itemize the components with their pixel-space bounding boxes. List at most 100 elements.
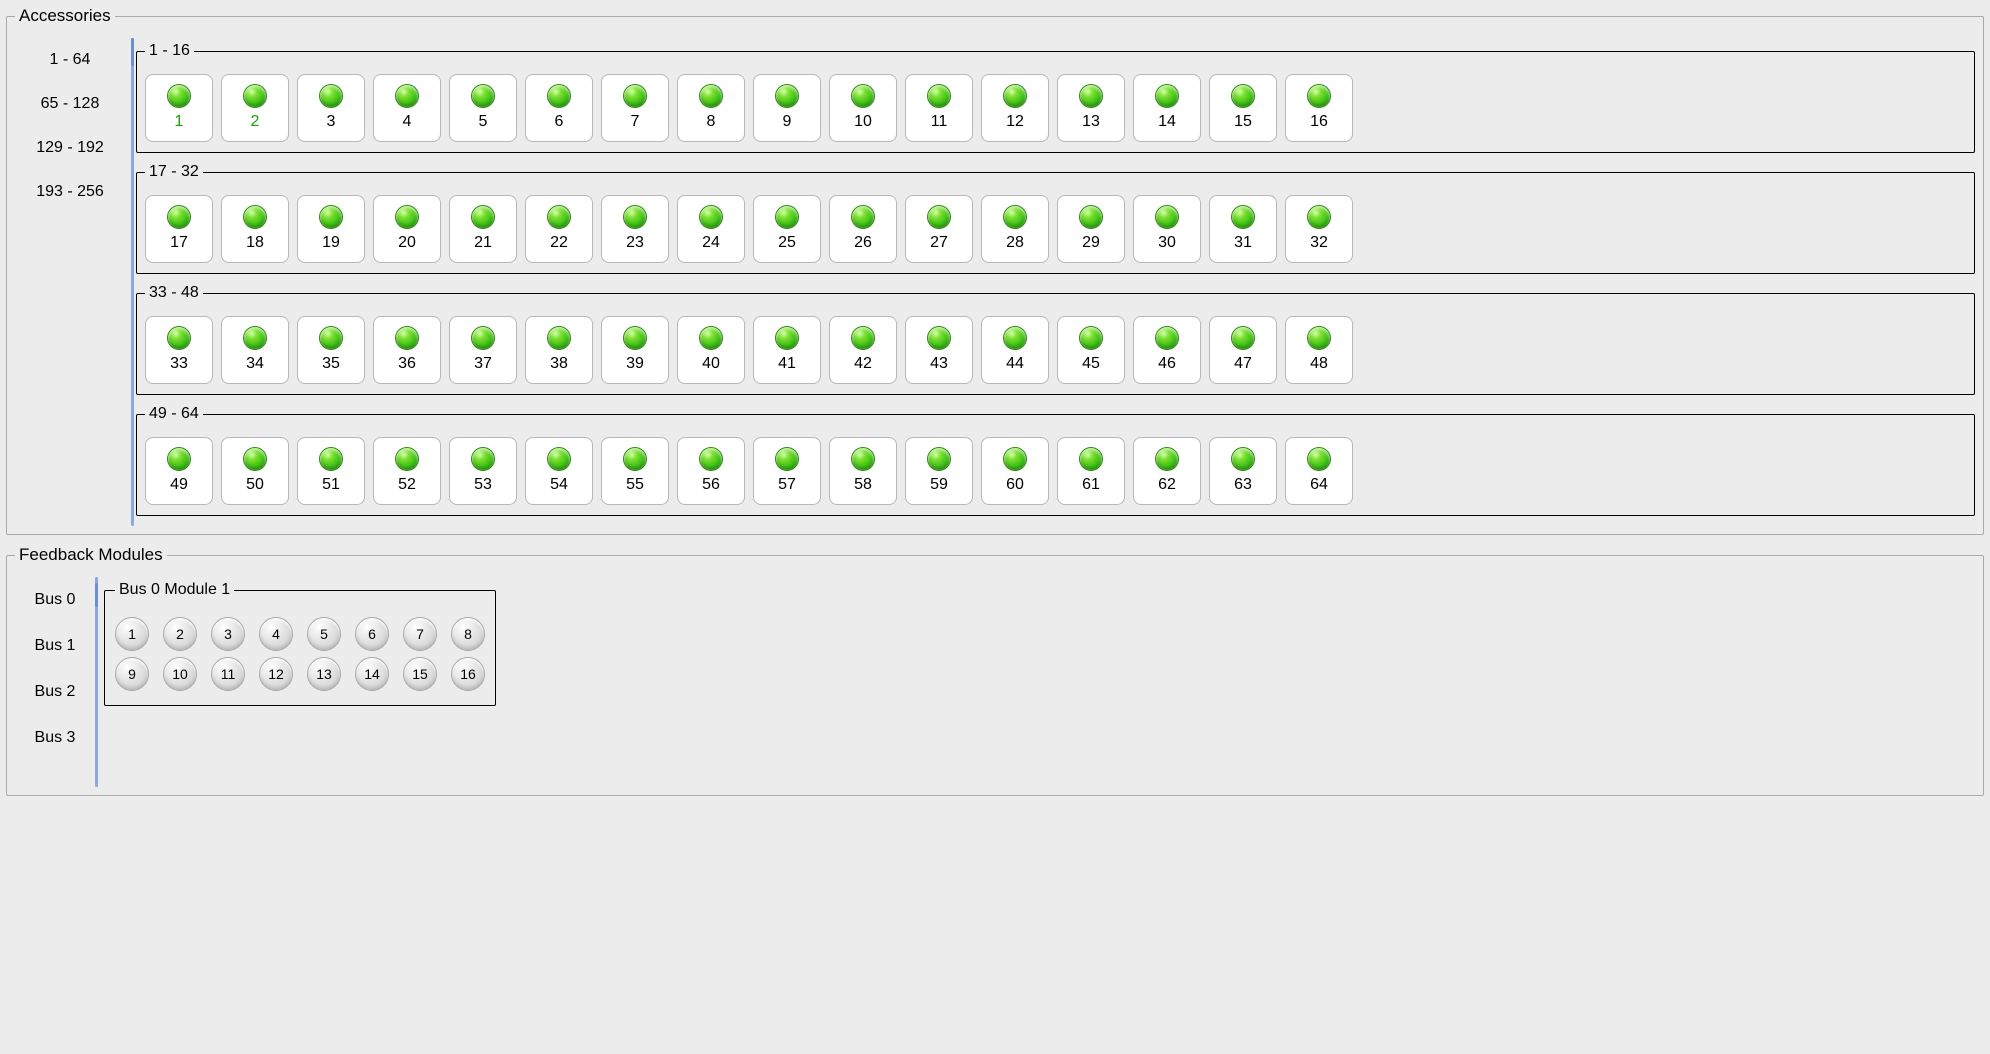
accessory-button[interactable]: 20 (373, 195, 441, 263)
accessory-button[interactable]: 4 (373, 74, 441, 142)
bus-tab-label: Bus 0 (35, 591, 76, 608)
status-lamp-icon (1156, 206, 1178, 228)
accessory-range-tab[interactable]: 1 - 64 (15, 38, 125, 82)
status-lamp-icon (168, 448, 190, 470)
feedback-port-button[interactable]: 10 (163, 657, 197, 691)
feedback-port-button[interactable]: 13 (307, 657, 341, 691)
accessory-button[interactable]: 26 (829, 195, 897, 263)
accessory-button[interactable]: 28 (981, 195, 1049, 263)
accessory-button[interactable]: 52 (373, 437, 441, 505)
accessory-button[interactable]: 2 (221, 74, 289, 142)
accessory-button[interactable]: 3 (297, 74, 365, 142)
feedback-port-button[interactable]: 11 (211, 657, 245, 691)
accessory-button[interactable]: 61 (1057, 437, 1125, 505)
feedback-port-button[interactable]: 9 (115, 657, 149, 691)
accessory-button[interactable]: 14 (1133, 74, 1201, 142)
accessory-button[interactable]: 58 (829, 437, 897, 505)
feedback-port-button[interactable]: 7 (403, 617, 437, 651)
accessory-button[interactable]: 56 (677, 437, 745, 505)
feedback-port-button[interactable]: 4 (259, 617, 293, 651)
accessory-button[interactable]: 50 (221, 437, 289, 505)
accessory-button[interactable]: 19 (297, 195, 365, 263)
accessory-button[interactable]: 11 (905, 74, 973, 142)
accessory-button[interactable]: 7 (601, 74, 669, 142)
feedback-port-button[interactable]: 2 (163, 617, 197, 651)
accessory-button[interactable]: 13 (1057, 74, 1125, 142)
accessory-button[interactable]: 36 (373, 316, 441, 384)
feedback-port-button[interactable]: 6 (355, 617, 389, 651)
accessory-button[interactable]: 43 (905, 316, 973, 384)
accessory-button[interactable]: 9 (753, 74, 821, 142)
status-lamp-icon (1004, 206, 1026, 228)
accessory-button[interactable]: 60 (981, 437, 1049, 505)
bus-tab-label: Bus 3 (35, 729, 76, 746)
bus-tab[interactable]: Bus 0 (15, 577, 95, 623)
status-lamp-icon (1080, 206, 1102, 228)
accessory-range-tab[interactable]: 129 - 192 (15, 126, 125, 170)
accessory-button[interactable]: 21 (449, 195, 517, 263)
accessory-button[interactable]: 53 (449, 437, 517, 505)
accessory-button[interactable]: 49 (145, 437, 213, 505)
accessory-button[interactable]: 37 (449, 316, 517, 384)
feedback-port-button[interactable]: 14 (355, 657, 389, 691)
accessory-button[interactable]: 46 (1133, 316, 1201, 384)
accessory-button[interactable]: 10 (829, 74, 897, 142)
accessory-button[interactable]: 63 (1209, 437, 1277, 505)
accessory-button[interactable]: 15 (1209, 74, 1277, 142)
status-lamp-icon (852, 327, 874, 349)
accessory-button[interactable]: 41 (753, 316, 821, 384)
accessory-button[interactable]: 51 (297, 437, 365, 505)
accessory-button[interactable]: 33 (145, 316, 213, 384)
feedback-port-button[interactable]: 5 (307, 617, 341, 651)
accessory-button[interactable]: 47 (1209, 316, 1277, 384)
accessory-button[interactable]: 62 (1133, 437, 1201, 505)
accessory-number: 27 (930, 234, 948, 252)
accessory-range-tab[interactable]: 65 - 128 (15, 82, 125, 126)
accessory-button[interactable]: 12 (981, 74, 1049, 142)
feedback-port-button[interactable]: 15 (403, 657, 437, 691)
feedback-port-button[interactable]: 16 (451, 657, 485, 691)
accessory-button[interactable]: 57 (753, 437, 821, 505)
feedback-port-button[interactable]: 1 (115, 617, 149, 651)
accessory-button[interactable]: 38 (525, 316, 593, 384)
accessory-button[interactable]: 55 (601, 437, 669, 505)
bus-tab[interactable]: Bus 2 (15, 669, 95, 715)
bus-tab[interactable]: Bus 1 (15, 623, 95, 669)
accessory-button[interactable]: 5 (449, 74, 517, 142)
accessory-number: 35 (322, 355, 340, 373)
accessory-button[interactable]: 30 (1133, 195, 1201, 263)
accessory-button[interactable]: 32 (1285, 195, 1353, 263)
feedback-port-button[interactable]: 8 (451, 617, 485, 651)
accessory-button[interactable]: 42 (829, 316, 897, 384)
accessory-button[interactable]: 6 (525, 74, 593, 142)
accessory-button[interactable]: 27 (905, 195, 973, 263)
accessory-button[interactable]: 64 (1285, 437, 1353, 505)
accessory-button[interactable]: 29 (1057, 195, 1125, 263)
accessory-button[interactable]: 35 (297, 316, 365, 384)
accessory-button[interactable]: 45 (1057, 316, 1125, 384)
accessory-range-tab[interactable]: 193 - 256 (15, 170, 125, 214)
accessory-button[interactable]: 39 (601, 316, 669, 384)
accessory-button[interactable]: 59 (905, 437, 973, 505)
accessory-button[interactable]: 17 (145, 195, 213, 263)
bus-tab[interactable]: Bus 3 (15, 715, 95, 761)
feedback-port-button[interactable]: 12 (259, 657, 293, 691)
accessory-button[interactable]: 48 (1285, 316, 1353, 384)
feedback-port-number: 8 (464, 626, 472, 642)
accessory-button[interactable]: 8 (677, 74, 745, 142)
accessory-button[interactable]: 18 (221, 195, 289, 263)
accessory-button[interactable]: 22 (525, 195, 593, 263)
accessory-button[interactable]: 31 (1209, 195, 1277, 263)
accessory-button[interactable]: 25 (753, 195, 821, 263)
accessory-button[interactable]: 24 (677, 195, 745, 263)
feedback-panel: Feedback Modules Bus 0Bus 1Bus 2Bus 3 Bu… (6, 545, 1984, 796)
accessory-button[interactable]: 44 (981, 316, 1049, 384)
accessory-button[interactable]: 34 (221, 316, 289, 384)
accessory-button[interactable]: 54 (525, 437, 593, 505)
accessory-button[interactable]: 1 (145, 74, 213, 142)
accessory-button[interactable]: 16 (1285, 74, 1353, 142)
status-lamp-icon (700, 206, 722, 228)
accessory-button[interactable]: 40 (677, 316, 745, 384)
feedback-port-button[interactable]: 3 (211, 617, 245, 651)
accessory-button[interactable]: 23 (601, 195, 669, 263)
